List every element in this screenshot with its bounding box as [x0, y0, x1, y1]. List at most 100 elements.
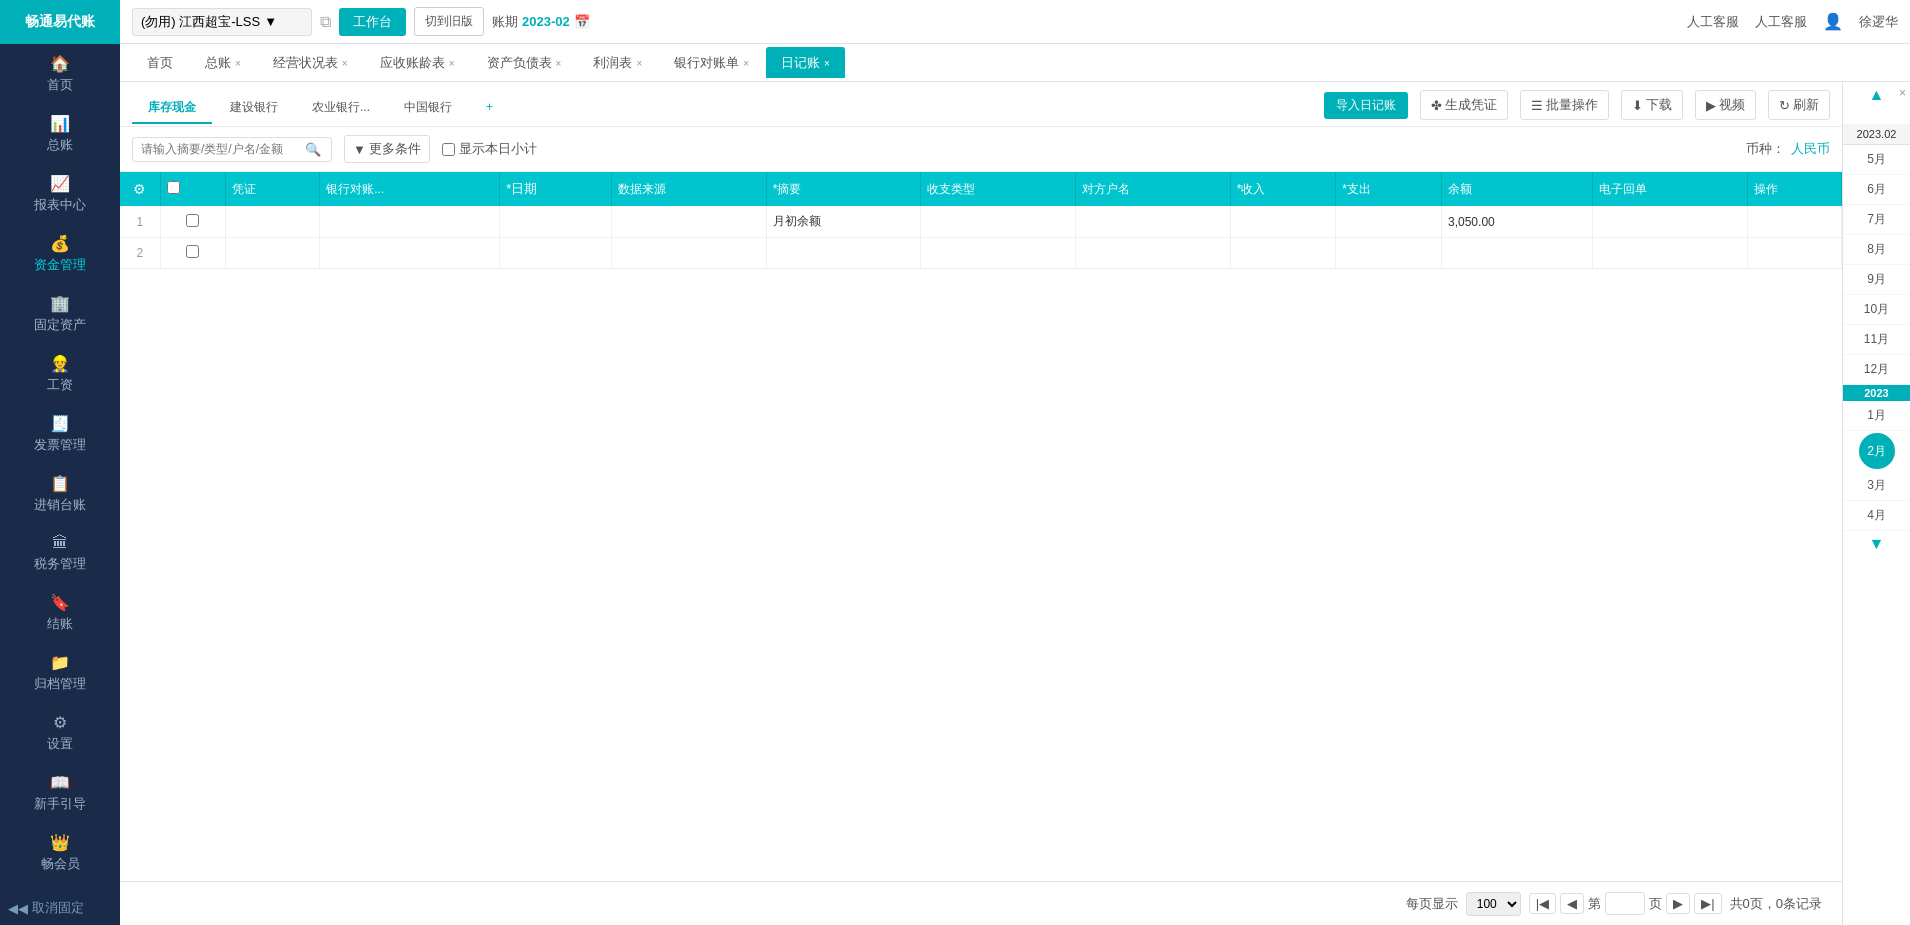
period-label: 账期	[492, 13, 518, 31]
cell-expense-2	[1336, 238, 1442, 269]
sidebar-item-reports[interactable]: 📈 报表中心	[0, 164, 120, 224]
tab-journal-close[interactable]: ×	[824, 58, 830, 69]
dp-month-3[interactable]: 3月	[1843, 471, 1910, 501]
video-button[interactable]: ▶ 视频	[1695, 90, 1756, 120]
table-row: 1 月初余额 3,050.00	[120, 206, 1842, 238]
row-checkbox-2[interactable]	[160, 238, 226, 269]
tab-receivable[interactable]: 应收账龄表 ×	[365, 47, 470, 78]
sidebar-item-fixed-assets[interactable]: 🏢 固定资产	[0, 284, 120, 344]
show-daily-toggle[interactable]: 显示本日小计	[442, 140, 537, 158]
select-all-checkbox[interactable]	[167, 181, 180, 194]
generate-voucher-button[interactable]: ✤ 生成凭证	[1420, 90, 1508, 120]
page-input[interactable]: 1	[1605, 892, 1645, 915]
sidebar-item-invoice[interactable]: 🧾 发票管理	[0, 404, 120, 464]
tab-home[interactable]: 首页	[132, 47, 188, 78]
dropdown-icon: ▼	[264, 14, 277, 29]
row-checkbox-1[interactable]	[160, 206, 226, 238]
sidebar-item-funds[interactable]: 💰 资金管理	[0, 224, 120, 284]
tab-profit-close[interactable]: ×	[636, 58, 642, 69]
table-settings-icon[interactable]: ⚙	[133, 181, 146, 197]
tabbar: 首页 总账 × 经营状况表 × 应收账龄表 × 资产负债表 × 利润表 × 银行…	[120, 44, 1910, 82]
refresh-button[interactable]: ↻ 刷新	[1768, 90, 1830, 120]
sidebar-item-sales[interactable]: 📋 进销台账	[0, 464, 120, 524]
dp-month-7[interactable]: 7月	[1843, 205, 1910, 235]
col-checkbox[interactable]	[160, 172, 226, 206]
col-settings[interactable]: ⚙	[120, 172, 160, 206]
sidebar-item-label: 资金管理	[34, 256, 86, 274]
datepicker-close[interactable]: ×	[1899, 86, 1906, 100]
sidebar-item-guide[interactable]: 📖 新手引导	[0, 763, 120, 823]
old-version-button[interactable]: 切到旧版	[414, 7, 484, 36]
cell-partner-1	[1076, 206, 1231, 238]
dp-month-9[interactable]: 9月	[1843, 265, 1910, 295]
toolbar-right: 币种： 人民币	[1746, 140, 1830, 158]
subtab-construction[interactable]: 建设银行	[214, 93, 294, 124]
tab-ledger[interactable]: 总账 ×	[190, 47, 256, 78]
search-box[interactable]: 🔍	[132, 137, 332, 162]
tax-icon: 🏛	[52, 534, 68, 552]
tab-business-close[interactable]: ×	[342, 58, 348, 69]
tab-ledger-close[interactable]: ×	[235, 58, 241, 69]
workspace-button[interactable]: 工作台	[339, 8, 406, 36]
video-label: 视频	[1719, 96, 1745, 114]
subtab-agriculture[interactable]: 农业银行...	[296, 93, 386, 124]
tab-receivable-close[interactable]: ×	[449, 58, 455, 69]
dp-month-6[interactable]: 6月	[1843, 175, 1910, 205]
dp-month-5[interactable]: 5月	[1843, 145, 1910, 175]
sales-icon: 📋	[50, 474, 70, 493]
import-journal-button[interactable]: 导入日记账	[1324, 92, 1408, 119]
col-source: 数据来源	[612, 172, 767, 206]
tab-journal[interactable]: 日记账 ×	[766, 47, 845, 78]
cell-summary-1: 月初余额	[766, 206, 921, 238]
download-button[interactable]: ⬇ 下载	[1621, 90, 1683, 120]
copy-icon[interactable]: ⧉	[320, 13, 331, 31]
calendar-icon[interactable]: 📅	[574, 14, 590, 29]
subtab-cash[interactable]: 库存现金	[132, 93, 212, 124]
refresh-label: 刷新	[1793, 96, 1819, 114]
dp-month-2-active[interactable]: 2月	[1859, 433, 1895, 469]
sidebar-item-home[interactable]: 🏠 首页	[0, 44, 120, 104]
user-service-label[interactable]: 人工客服	[1755, 13, 1807, 31]
batch-op-button[interactable]: ☰ 批量操作	[1520, 90, 1609, 120]
service-button[interactable]: 人工客服	[1687, 13, 1739, 31]
topbar: (勿用) 江西超宝-LSS ▼ ⧉ 工作台 切到旧版 账期 2023-02 📅 …	[120, 0, 1910, 44]
dp-month-11[interactable]: 11月	[1843, 325, 1910, 355]
prev-page-button[interactable]: ◀	[1560, 893, 1584, 914]
datepicker-scroll-down[interactable]: ▼	[1843, 531, 1910, 557]
search-icon: 🔍	[305, 142, 321, 157]
sidebar-item-ledger[interactable]: 📊 总账	[0, 104, 120, 164]
subtab-bar: 库存现金 建设银行 农业银行... 中国银行 + 导入日记账 ✤ 生成凭证 ☰ …	[120, 82, 1842, 127]
tab-balance[interactable]: 资产负债表 ×	[472, 47, 577, 78]
tab-profit[interactable]: 利润表 ×	[578, 47, 657, 78]
search-input[interactable]	[141, 142, 301, 156]
sidebar-item-payroll[interactable]: 👷 工资	[0, 344, 120, 404]
dp-month-10[interactable]: 10月	[1843, 295, 1910, 325]
show-daily-checkbox[interactable]	[442, 143, 455, 156]
tab-bank-reconcile[interactable]: 银行对账单 ×	[659, 47, 764, 78]
journal-table-wrap: ⚙ 凭证 银行对账... *日期 数据来源 *摘要 收支类型 对方户名 *收入	[120, 172, 1842, 881]
refresh-icon: ↻	[1779, 98, 1790, 113]
sidebar-item-settings[interactable]: ⚙ 设置	[0, 703, 120, 763]
first-page-button[interactable]: |◀	[1529, 893, 1556, 914]
company-selector[interactable]: (勿用) 江西超宝-LSS ▼	[132, 8, 312, 36]
tab-bank-reconcile-close[interactable]: ×	[743, 58, 749, 69]
subtab-add[interactable]: +	[470, 94, 509, 122]
next-page-button[interactable]: ▶	[1666, 893, 1690, 914]
tab-balance-close[interactable]: ×	[556, 58, 562, 69]
per-page-select[interactable]: 100 50 200	[1466, 892, 1521, 916]
dp-month-4[interactable]: 4月	[1843, 501, 1910, 531]
dp-month-1[interactable]: 1月	[1843, 401, 1910, 431]
last-page-button[interactable]: ▶|	[1694, 893, 1721, 914]
sidebar-item-vip[interactable]: 👑 畅会员	[0, 823, 120, 883]
tab-business[interactable]: 经营状况表 ×	[258, 47, 363, 78]
sidebar-item-archive[interactable]: 📁 归档管理	[0, 643, 120, 703]
unpin-sidebar-button[interactable]: ◀◀ 取消固定	[0, 891, 120, 925]
subtab-china[interactable]: 中国银行	[388, 93, 468, 124]
sidebar-item-label: 新手引导	[34, 795, 86, 813]
dp-month-8[interactable]: 8月	[1843, 235, 1910, 265]
sidebar-item-tax[interactable]: 🏛 税务管理	[0, 524, 120, 583]
dp-month-12[interactable]: 12月	[1843, 355, 1910, 385]
main-area: (勿用) 江西超宝-LSS ▼ ⧉ 工作台 切到旧版 账期 2023-02 📅 …	[120, 0, 1910, 925]
sidebar-item-close[interactable]: 🔖 结账	[0, 583, 120, 643]
filter-button[interactable]: ▼ 更多条件	[344, 135, 430, 163]
